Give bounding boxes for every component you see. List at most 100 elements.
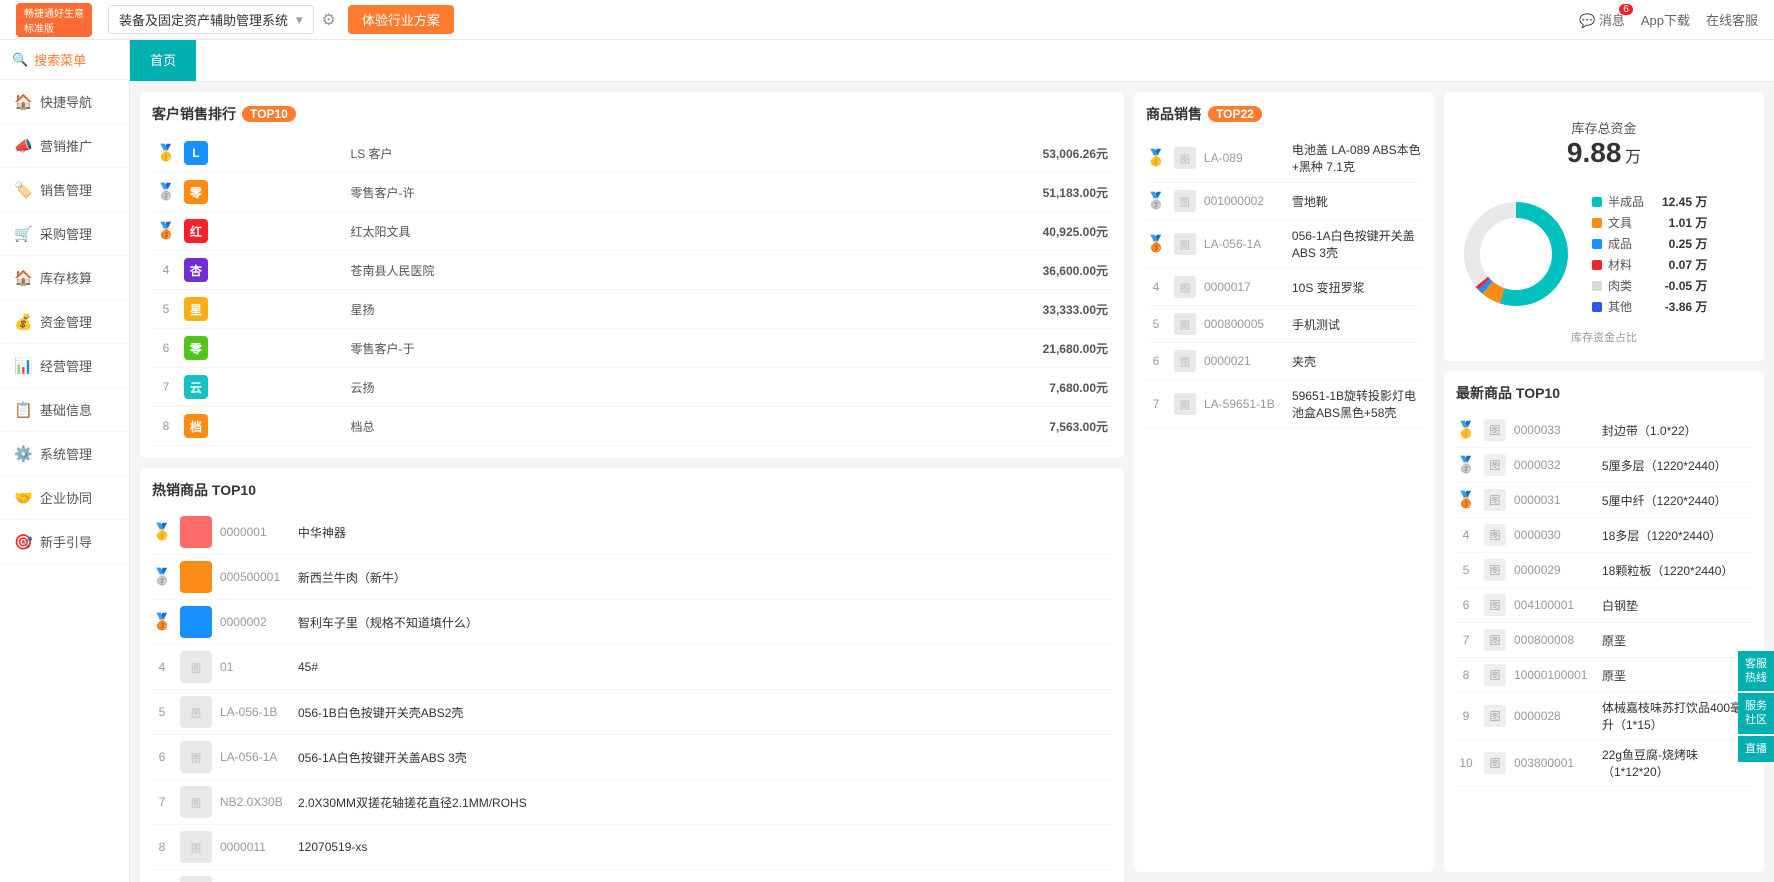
purchase-icon: 🛒 <box>14 225 32 243</box>
new-product-name: 18颗粒板（1220*2440） <box>1602 562 1752 579</box>
goods-name: 夹壳 <box>1292 353 1422 370</box>
system-selector[interactable]: 装备及固定资产辅助管理系统 ▾ <box>108 5 314 34</box>
new-product-code: 0000032 <box>1514 458 1594 472</box>
trial-btn[interactable]: 体验行业方案 <box>348 5 454 34</box>
goods-code: LA-089 <box>1204 151 1284 165</box>
online-service-btn[interactable]: 在线客服 <box>1706 10 1758 29</box>
product-placeholder: 图 <box>180 786 212 818</box>
goods-code: 000800005 <box>1204 317 1284 331</box>
list-item: 5 图 000800005 手机测试 <box>1146 306 1422 343</box>
rank-icon: 4 <box>1146 280 1166 294</box>
goods-code: LA-59651-1B <box>1204 397 1284 411</box>
sidebar-item-marketing[interactable]: 📣 营销推广 <box>0 124 129 168</box>
logo: 畅捷通好生意 标准版 <box>16 3 92 37</box>
logo-line1: 畅捷通好生意 <box>24 5 84 20</box>
sidebar-item-management[interactable]: 📊 经营管理 <box>0 344 129 388</box>
list-item: 🥉 0000002 智利车子里（规格不知道填什么） <box>152 600 1112 645</box>
product-code: LA-056-1A <box>220 750 290 764</box>
sidebar-item-purchase[interactable]: 🛒 采购管理 <box>0 212 129 256</box>
rank-icon: 🥈 <box>152 567 172 587</box>
list-item: 4 图 0000030 18多层（1220*2440） <box>1456 518 1752 553</box>
sidebar-item-finance[interactable]: 💰 资金管理 <box>0 300 129 344</box>
sidebar-item-collab[interactable]: 🤝 企业协同 <box>0 476 129 520</box>
legend-name: 文具 <box>1608 214 1648 231</box>
hot-products-list: 🥇 0000001 中华神器 🥈 000500001 新西兰牛肉（新牛） 🥉 0… <box>152 510 1112 882</box>
rank-number: 🥇 <box>152 134 180 173</box>
sidebar-item-sales[interactable]: 🏷️ 销售管理 <box>0 168 129 212</box>
new-product-icon: 图 <box>1484 594 1506 616</box>
rank-icon: 🥈 <box>1456 455 1476 475</box>
sidebar-label-basic-info: 基础信息 <box>40 400 92 419</box>
customer-avatar: 零 <box>184 336 208 360</box>
product-placeholder: 图 <box>180 651 212 683</box>
finance-icon: 💰 <box>14 313 32 331</box>
sidebar-item-quicknav[interactable]: 🏠 快捷导航 <box>0 80 129 124</box>
list-item: 9 图 0000028 体械嘉枝味苏打饮品400毫升（1*15） <box>1456 693 1752 740</box>
rank-icon: 🥇 <box>1456 420 1476 440</box>
new-product-icon: 图 <box>1484 752 1506 774</box>
new-product-code: 0000028 <box>1514 709 1594 723</box>
product-placeholder: 图 <box>1174 393 1196 415</box>
product-name: 中华神器 <box>298 524 1112 541</box>
tab-home[interactable]: 首页 <box>130 40 196 81</box>
new-product-icon: 图 <box>1484 559 1506 581</box>
customer-avatar: 云 <box>184 375 208 399</box>
hot-products-card: 热销商品 TOP10 🥇 0000001 中华神器 🥈 000500001 新西… <box>140 468 1124 882</box>
search-menu-btn[interactable]: 🔍 搜索菜单 <box>0 40 129 80</box>
product-placeholder: 图 <box>180 831 212 863</box>
sidebar-item-inventory[interactable]: 🏠 库存核算 <box>0 256 129 300</box>
inventory-unit: 万 <box>1625 149 1641 166</box>
rank-avatar-cell: 红 <box>180 212 347 251</box>
rank-number: 6 <box>152 329 180 368</box>
new-product-name: 5厘中纤（1220*2440） <box>1602 492 1752 509</box>
messages-btn[interactable]: 💬 消息 6 <box>1579 10 1625 29</box>
customer-name: 零售客户-许 <box>347 173 773 212</box>
new-product-code: 0000033 <box>1514 423 1594 437</box>
list-item: 🥈 图 0000032 5厘多层（1220*2440） <box>1456 448 1752 483</box>
goods-ranking-card: 商品销售 TOP22 🥇 图 LA-089 电池盖 LA-089 ABS本色+黑… <box>1134 92 1434 872</box>
list-item: 5 图 0000029 18颗粒板（1220*2440） <box>1456 553 1752 588</box>
settings-icon[interactable]: ⚙ <box>322 10 336 30</box>
app-download-btn[interactable]: App下载 <box>1641 10 1690 29</box>
sidebar-item-basic-info[interactable]: 📋 基础信息 <box>0 388 129 432</box>
right-column: 库存总资金 9.88 万 <box>1444 92 1764 872</box>
legend-value: 0.25 万 <box>1661 235 1708 252</box>
product-name: 新西兰牛肉（新牛） <box>298 569 1112 586</box>
topbar-right: 💬 消息 6 App下载 在线客服 <box>1579 10 1758 29</box>
sidebar: 🔍 搜索菜单 🏠 快捷导航 📣 营销推广 🏷️ 销售管理 🛒 采购管理 🏠 库存… <box>0 40 130 882</box>
inventory-icon: 🏠 <box>14 269 32 287</box>
legend-color-dot <box>1592 218 1602 228</box>
new-product-name: 白钢垫 <box>1602 597 1752 614</box>
legend-value: 1.01 万 <box>1661 214 1708 231</box>
inventory-card: 库存总资金 9.88 万 <box>1444 92 1764 361</box>
customer-amount: 36,600.00元 <box>772 251 1112 290</box>
table-row: 🥇 L LS 客户 53,006.26元 <box>152 134 1112 173</box>
legend-name: 材料 <box>1608 256 1648 273</box>
live-btn[interactable]: 直播 <box>1738 736 1774 762</box>
legend-color-dot <box>1592 302 1602 312</box>
topbar: 畅捷通好生意 标准版 装备及固定资产辅助管理系统 ▾ ⚙ 体验行业方案 💬 消息… <box>0 0 1774 40</box>
product-placeholder: 图 <box>180 741 212 773</box>
customer-hotline-btn[interactable]: 客服热线 <box>1738 651 1774 692</box>
product-code: LA-056-1B <box>220 705 290 719</box>
customer-avatar: 档 <box>184 414 208 438</box>
list-item: 9 图 KK-SD22110H 花语萌恒温分腿睡袋（厚款） <box>152 870 1112 882</box>
service-community-btn[interactable]: 服务社区 <box>1738 693 1774 734</box>
content-area: 首页 客户销售排行 TOP10 🥇 L LS 客户 53,006.26元 <box>130 40 1774 882</box>
goods-name: 电池盖 LA-089 ABS本色+黑种 7.1克 <box>1292 141 1422 175</box>
list-item: 🥇 图 LA-089 电池盖 LA-089 ABS本色+黑种 7.1克 <box>1146 134 1422 183</box>
new-product-name: 原垩 <box>1602 632 1752 649</box>
rank-icon: 7 <box>152 795 172 809</box>
rank-icon: 6 <box>1456 598 1476 612</box>
product-image <box>180 561 212 593</box>
rank-icon: 🥉 <box>1456 490 1476 510</box>
sidebar-label-purchase: 采购管理 <box>40 224 92 243</box>
left-column: 客户销售排行 TOP10 🥇 L LS 客户 53,006.26元 🥈 零 零售… <box>140 92 1124 872</box>
list-item: 6 图 004100001 白钢垫 <box>1456 588 1752 623</box>
customer-ranking-title-text: 客户销售排行 <box>152 104 236 124</box>
table-row: 6 零 零售客户-于 21,680.00元 <box>152 329 1112 368</box>
sidebar-item-newbie[interactable]: 🎯 新手引导 <box>0 520 129 564</box>
rank-avatar-cell: 云 <box>180 368 347 407</box>
sidebar-item-system[interactable]: ⚙️ 系统管理 <box>0 432 129 476</box>
list-item: 🥈 000500001 新西兰牛肉（新牛） <box>152 555 1112 600</box>
